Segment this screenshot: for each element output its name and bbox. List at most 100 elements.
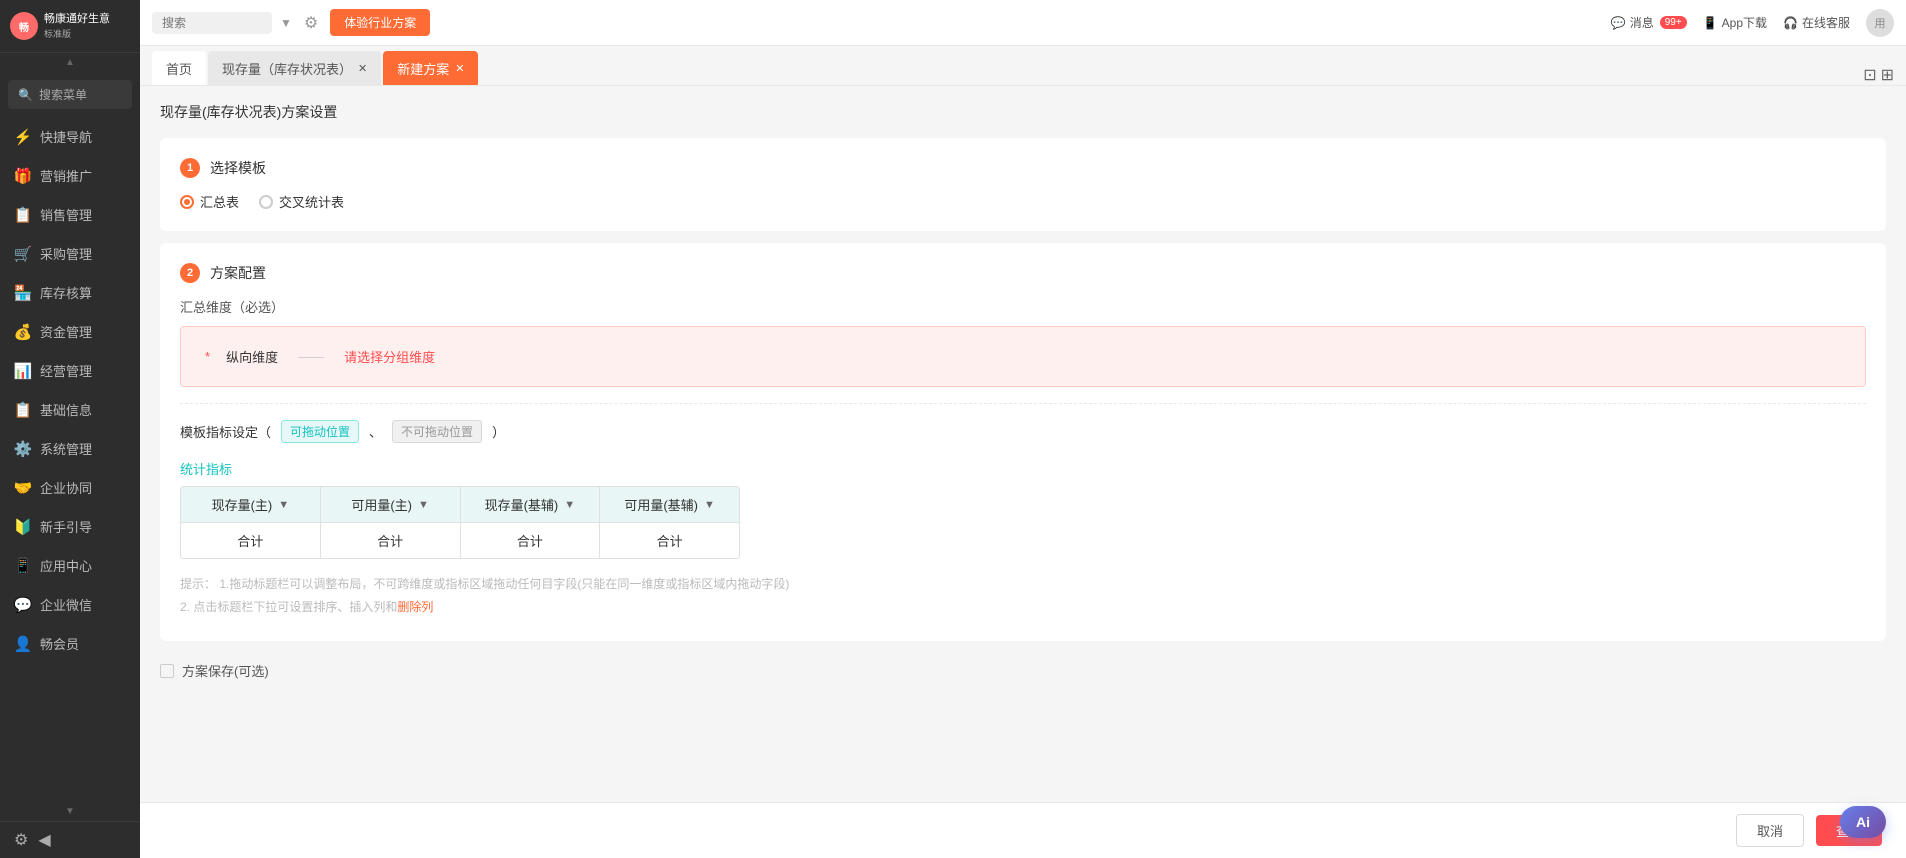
stats-col1-label: 现存量(主) <box>212 495 273 514</box>
dimension-required-mark: * <box>205 349 210 364</box>
topbar-search-input[interactable] <box>152 12 272 34</box>
stats-label: 统计指标 <box>180 459 1866 478</box>
step1-header: 1 选择模板 <box>180 158 1866 178</box>
stats-header-col-4[interactable]: 可用量(基辅) ▼ <box>600 487 739 522</box>
radio-summary-label: 汇总表 <box>200 192 239 211</box>
stats-header-col-3[interactable]: 现存量(基辅) ▼ <box>461 487 601 522</box>
step1-title: 选择模板 <box>210 158 266 178</box>
dimension-area[interactable]: * 纵向维度 —— 请选择分组维度 <box>180 326 1866 387</box>
expand-btn[interactable]: ⊞ <box>1881 65 1894 85</box>
inventory-icon: 🏪 <box>14 284 32 302</box>
tab-new-plan[interactable]: 新建方案 ✕ <box>383 51 478 85</box>
stats-table: 现存量(主) ▼ 可用量(主) ▼ 现存量(基辅) ▼ 可用量(基辅) <box>180 486 740 559</box>
notification-badge: 99+ <box>1660 16 1687 29</box>
minimize-btn[interactable]: ⊡ <box>1863 65 1876 85</box>
sales-icon: 📋 <box>14 206 32 224</box>
scroll-down-arrow[interactable]: ▼ <box>0 802 140 821</box>
system-icon: ⚙️ <box>14 440 32 458</box>
tab-new-plan-label: 新建方案 <box>397 59 449 78</box>
tab-new-plan-close-icon[interactable]: ✕ <box>455 62 464 75</box>
stats-col2-dropdown-icon[interactable]: ▼ <box>418 499 429 511</box>
tab-home[interactable]: 首页 <box>152 51 206 85</box>
sidebar-item-base-info[interactable]: 📋 基础信息 <box>0 390 140 429</box>
tabbar: 首页 现存量（库存状况表） ✕ 新建方案 ✕ ⊡ ⊞ <box>140 46 1906 86</box>
enterprise-icon: 🤝 <box>14 479 32 497</box>
topbar-gear-icon[interactable]: ⚙ <box>304 13 318 33</box>
marketing-icon: 🎁 <box>14 167 32 185</box>
app-download-btn[interactable]: 📱 App下载 <box>1703 14 1767 31</box>
dimension-label: 纵向维度 <box>226 347 278 366</box>
sidebar-item-purchase[interactable]: 🛒 采购管理 <box>0 234 140 273</box>
quick-nav-icon: ⚡ <box>14 128 32 146</box>
scroll-up-arrow[interactable]: ▲ <box>0 53 140 72</box>
tab-inventory-close-icon[interactable]: ✕ <box>358 62 367 75</box>
online-service-btn[interactable]: 🎧 在线客服 <box>1783 14 1850 31</box>
sidebar-search-label: 搜索菜单 <box>39 86 87 103</box>
finance-icon: 💰 <box>14 323 32 341</box>
fixed-badge: 不可拖动位置 <box>392 420 482 443</box>
sidebar-item-label: 资金管理 <box>40 322 92 341</box>
app-download-label: App下载 <box>1722 14 1767 31</box>
stats-col3-dropdown-icon[interactable]: ▼ <box>564 499 575 511</box>
stats-header-row: 现存量(主) ▼ 可用量(主) ▼ 现存量(基辅) ▼ 可用量(基辅) <box>181 487 739 522</box>
sidebar-item-label: 新手引导 <box>40 517 92 536</box>
page-title: 现存量(库存状况表)方案设置 <box>160 102 1886 122</box>
step1-card: 1 选择模板 汇总表 交叉统计表 <box>160 138 1886 231</box>
trial-btn[interactable]: 体验行业方案 <box>330 9 430 36</box>
stats-col4-dropdown-icon[interactable]: ▼ <box>704 499 715 511</box>
sidebar-footer: ⚙ ◀ <box>0 821 140 858</box>
sidebar-item-wechat[interactable]: 💬 企业微信 <box>0 585 140 624</box>
footer-bar: 取消 查询 <box>140 802 1906 858</box>
stats-col1-dropdown-icon[interactable]: ▼ <box>278 499 289 511</box>
sidebar-item-label: 库存核算 <box>40 283 92 302</box>
section-divider <box>180 403 1866 404</box>
collapse-icon[interactable]: ◀ <box>38 830 50 850</box>
notification-btn[interactable]: 💬 消息 99+ <box>1611 14 1687 31</box>
sidebar-item-enterprise[interactable]: 🤝 企业协同 <box>0 468 140 507</box>
sidebar-item-newbie[interactable]: 🔰 新手引导 <box>0 507 140 546</box>
ai-floating-btn[interactable]: Ai <box>1840 806 1886 838</box>
search-icon: 🔍 <box>18 88 33 102</box>
save-checkbox[interactable] <box>160 664 174 678</box>
app-center-icon: 📱 <box>14 557 32 575</box>
sidebar-item-finance[interactable]: 💰 资金管理 <box>0 312 140 351</box>
sidebar-item-marketing[interactable]: 🎁 营销推广 <box>0 156 140 195</box>
tab-inventory-status[interactable]: 现存量（库存状况表） ✕ <box>208 51 381 85</box>
radio-cross[interactable]: 交叉统计表 <box>259 192 344 211</box>
base-info-icon: 📋 <box>14 401 32 419</box>
ai-btn-label: Ai <box>1856 814 1870 830</box>
sidebar-item-system[interactable]: ⚙️ 系统管理 <box>0 429 140 468</box>
stats-col4-label: 可用量(基辅) <box>624 495 698 514</box>
topbar-dropdown-icon[interactable]: ▼ <box>280 16 292 30</box>
tip-1: 提示： 1.拖动标题栏可以调整布局，不可跨维度或指标区域拖动任何目字段(只能在同… <box>180 575 1866 594</box>
settings-icon[interactable]: ⚙ <box>14 830 28 850</box>
radio-summary[interactable]: 汇总表 <box>180 192 239 211</box>
tabbar-expand: ⊡ ⊞ <box>1863 65 1894 85</box>
avatar-initials: 用 <box>1875 15 1886 31</box>
sidebar-search[interactable]: 🔍 搜索菜单 <box>8 80 132 109</box>
step2-header: 2 方案配置 <box>180 263 1866 283</box>
template-radio-group: 汇总表 交叉统计表 <box>180 192 1866 211</box>
stats-data-col-1: 合计 <box>181 523 321 558</box>
stats-section: 统计指标 现存量(主) ▼ 可用量(主) ▼ 现存量(基辅) <box>180 459 1866 559</box>
content-area: 现存量(库存状况表)方案设置 1 选择模板 汇总表 交叉统计表 2 <box>140 86 1906 802</box>
user-avatar[interactable]: 用 <box>1866 9 1894 37</box>
topbar: ▼ ⚙ 体验行业方案 💬 消息 99+ 📱 App下载 🎧 在线客服 用 <box>140 0 1906 46</box>
sidebar-item-member[interactable]: 👤 畅会员 <box>0 624 140 663</box>
tab-inventory-label: 现存量（库存状况表） <box>222 59 352 78</box>
stats-data-row: 合计 合计 合计 合计 <box>181 522 739 558</box>
stats-header-col-1[interactable]: 现存量(主) ▼ <box>181 487 321 522</box>
app-edition: 标准版 <box>44 27 110 40</box>
sidebar-item-sales[interactable]: 📋 销售管理 <box>0 195 140 234</box>
sidebar: 畅 畅康通好生意 标准版 ▲ 🔍 搜索菜单 ⚡ 快捷导航 🎁 营销推广 📋 销售… <box>0 0 140 858</box>
stats-data3: 合计 <box>517 531 543 550</box>
wechat-icon: 💬 <box>14 596 32 614</box>
sidebar-item-inventory[interactable]: 🏪 库存核算 <box>0 273 140 312</box>
stats-data2: 合计 <box>377 531 403 550</box>
sidebar-menu: 🔍 搜索菜单 ⚡ 快捷导航 🎁 营销推广 📋 销售管理 🛒 采购管理 🏪 库存核… <box>0 72 140 802</box>
sidebar-item-app-center[interactable]: 📱 应用中心 <box>0 546 140 585</box>
sidebar-item-quick-nav[interactable]: ⚡ 快捷导航 <box>0 117 140 156</box>
stats-header-col-2[interactable]: 可用量(主) ▼ <box>321 487 461 522</box>
cancel-button[interactable]: 取消 <box>1736 814 1804 847</box>
sidebar-item-operations[interactable]: 📊 经营管理 <box>0 351 140 390</box>
